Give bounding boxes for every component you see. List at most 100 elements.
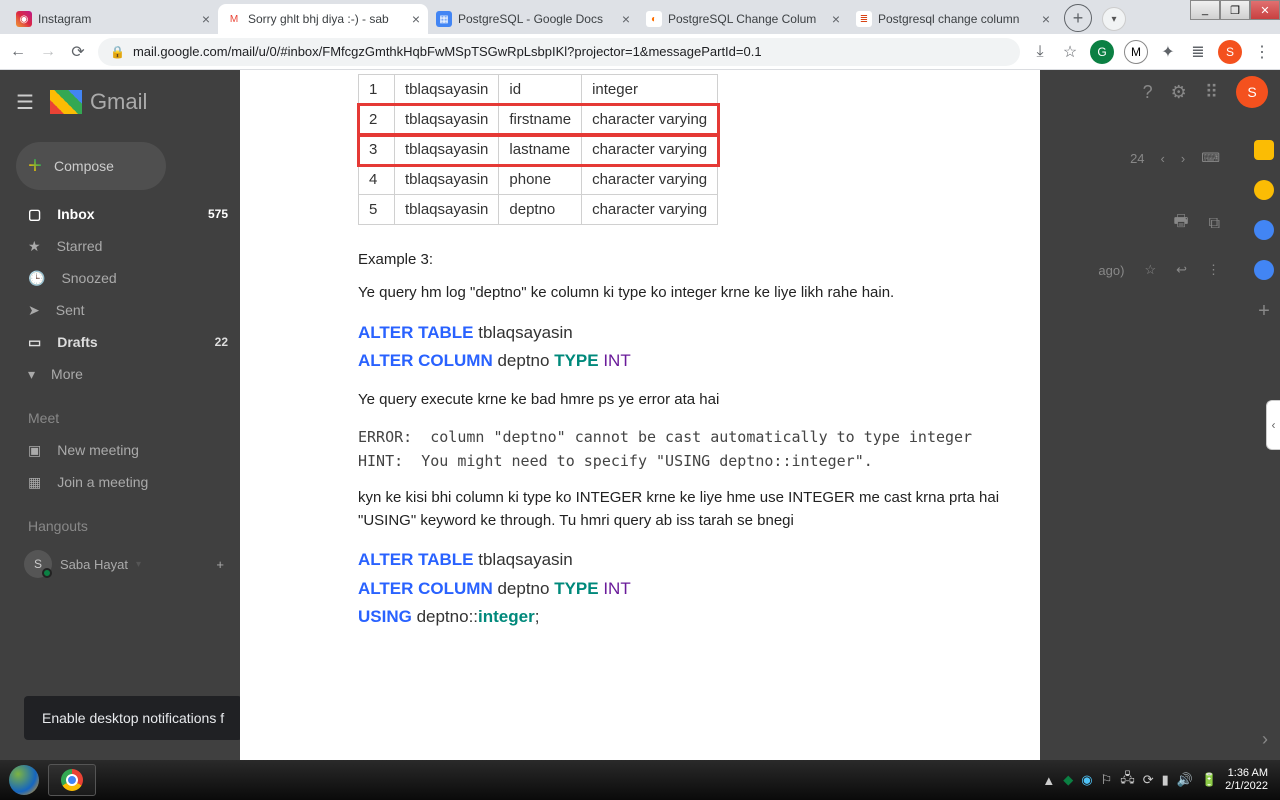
clock-date: 2/1/2022: [1225, 780, 1268, 793]
gmail-header-actions: ? ⚙ ⠿ S: [1143, 76, 1268, 108]
chevron-down-icon: ▾: [136, 559, 141, 570]
nav-count: 22: [215, 335, 228, 349]
meet-header: Meet: [8, 390, 240, 434]
tray-battery-icon[interactable]: 🔋: [1201, 772, 1217, 788]
cell-type: integer: [582, 75, 718, 105]
tab-close-icon[interactable]: ×: [202, 11, 210, 27]
print-icon[interactable]: 🖶: [1173, 210, 1188, 237]
meet-join[interactable]: ▦Join a meeting: [8, 466, 240, 498]
input-tool-icon[interactable]: ⌨: [1201, 150, 1220, 166]
cell-table: tblaqsayasin: [395, 135, 499, 165]
paragraph-2: Ye query execute krne ke bad hmre ps ye …: [358, 389, 1016, 412]
profile-avatar[interactable]: S: [1218, 40, 1242, 64]
keyboard-icon: ▦: [28, 474, 41, 491]
browser-tab[interactable]: ▦PostgreSQL - Google Docs×: [428, 4, 638, 34]
hamburger-icon[interactable]: ☰: [16, 90, 34, 115]
tab-close-icon[interactable]: ×: [832, 11, 840, 27]
tab-close-icon[interactable]: ×: [412, 11, 420, 27]
open-new-icon[interactable]: ⧉: [1209, 215, 1220, 233]
cell-type: character varying: [582, 135, 718, 165]
sidebar-item-snoozed[interactable]: 🕒Snoozed: [8, 262, 240, 294]
apps-grid-icon[interactable]: ⠿: [1205, 82, 1218, 103]
hangouts-user-row[interactable]: S Saba Hayat ▾ +: [8, 542, 240, 586]
tasks-addon-icon[interactable]: [1254, 220, 1274, 240]
sidebar-item-drafts[interactable]: ▭Drafts22: [8, 326, 240, 358]
extension-grammarly-icon[interactable]: G: [1090, 40, 1114, 64]
next-page-icon[interactable]: ›: [1181, 151, 1185, 166]
new-tab-button[interactable]: +: [1064, 4, 1092, 32]
gmail-brand-text: Gmail: [90, 89, 147, 115]
more-icon[interactable]: ⋮: [1207, 262, 1220, 278]
support-icon[interactable]: ?: [1143, 82, 1153, 103]
settings-gear-icon[interactable]: ⚙: [1171, 82, 1187, 103]
hangouts-add[interactable]: +: [216, 557, 224, 572]
reading-list-icon[interactable]: ≣: [1188, 42, 1208, 62]
bookmark-star-icon[interactable]: ☆: [1060, 42, 1080, 62]
tray-network-icon[interactable]: 🖧: [1120, 769, 1135, 791]
nav-label: Sent: [56, 302, 85, 318]
tray-shield-icon[interactable]: ◆: [1063, 772, 1073, 788]
account-avatar[interactable]: S: [1236, 76, 1268, 108]
cell-column: deptno: [499, 195, 582, 225]
calendar-addon-icon[interactable]: [1254, 140, 1274, 160]
time-ago: ago): [1098, 263, 1124, 278]
extension-icon[interactable]: M: [1124, 40, 1148, 64]
nav-label: Starred: [57, 238, 103, 254]
reply-icon[interactable]: ↩: [1176, 262, 1187, 278]
tab-favicon: M: [226, 11, 242, 27]
sidebar-item-inbox[interactable]: ▢Inbox575: [8, 198, 240, 230]
table-row: 1tblaqsayasinidinteger: [359, 75, 718, 105]
sidebar-item-starred[interactable]: ★Starred: [8, 230, 240, 262]
browser-tab[interactable]: ◉Instagram×: [8, 4, 218, 34]
tray-wifi-icon[interactable]: ▮: [1162, 772, 1169, 788]
taskbar-clock[interactable]: 1:36 AM 2/1/2022: [1225, 767, 1268, 793]
gmail-logo[interactable]: Gmail: [50, 89, 147, 115]
side-panel-next-icon[interactable]: ›: [1262, 729, 1268, 750]
taskbar-chrome[interactable]: [48, 764, 96, 796]
keep-addon-icon[interactable]: [1254, 180, 1274, 200]
kebab-menu-icon[interactable]: ⋮: [1252, 42, 1272, 62]
window-minimize[interactable]: _: [1190, 0, 1220, 20]
star-icon[interactable]: ☆: [1144, 262, 1156, 278]
meet-new[interactable]: ▣New meeting: [8, 434, 240, 466]
install-icon[interactable]: ⤓: [1030, 43, 1050, 61]
sidebar-item-more[interactable]: ▾More: [8, 358, 240, 390]
tray-volume-icon[interactable]: 🔊: [1177, 772, 1193, 788]
addons-plus-icon[interactable]: +: [1258, 300, 1270, 323]
back-button[interactable]: ←: [8, 43, 28, 61]
start-button[interactable]: [4, 764, 44, 796]
side-panel-collapse[interactable]: ‹: [1266, 400, 1280, 450]
extensions-icon[interactable]: ✦: [1158, 42, 1178, 62]
browser-tab[interactable]: ≣Postgresql change column×: [848, 4, 1058, 34]
nav-icon: ▾: [28, 366, 35, 383]
browser-tab[interactable]: M Sorry ghlt bhj diya :-) - sab ×: [218, 4, 428, 34]
tab-title: Sorry ghlt bhj diya :-) - sab: [248, 12, 406, 26]
reload-button[interactable]: ⟳: [68, 42, 88, 62]
sidebar-item-sent[interactable]: ➤Sent: [8, 294, 240, 326]
page-count: 24: [1130, 151, 1144, 166]
compose-button[interactable]: + Compose: [16, 142, 166, 190]
nav-label: Snoozed: [61, 270, 116, 286]
browser-tab[interactable]: ◐PostgreSQL Change Colum×: [638, 4, 848, 34]
forward-button[interactable]: →: [38, 43, 58, 61]
tray-app-icon[interactable]: ◉: [1081, 772, 1092, 788]
notification-toast[interactable]: Enable desktop notifications f: [24, 696, 242, 740]
example-heading: Example 3:: [358, 251, 1016, 268]
taskbar: ▲ ◆ ◉ ⚐ 🖧 ⟳ ▮ 🔊 🔋 1:36 AM 2/1/2022: [0, 760, 1280, 800]
window-maximize[interactable]: ❐: [1220, 0, 1250, 20]
lock-icon: 🔒: [110, 45, 125, 59]
windows-orb-icon: [9, 765, 39, 795]
system-tray: ▲ ◆ ◉ ⚐ 🖧 ⟳ ▮ 🔊 🔋 1:36 AM 2/1/2022: [1042, 767, 1276, 793]
tray-flag-icon[interactable]: ⚐: [1101, 772, 1113, 788]
attachment-viewer: 1tblaqsayasinidinteger2tblaqsayasinfirst…: [240, 70, 1040, 760]
tray-up-icon[interactable]: ▲: [1042, 773, 1055, 788]
tab-search-button[interactable]: ▾: [1102, 7, 1126, 31]
tab-title: PostgreSQL Change Colum: [668, 12, 826, 26]
window-close[interactable]: ✕: [1250, 0, 1280, 20]
url-field[interactable]: 🔒 mail.google.com/mail/u/0/#inbox/FMfcgz…: [98, 38, 1020, 66]
contacts-addon-icon[interactable]: [1254, 260, 1274, 280]
prev-page-icon[interactable]: ‹: [1161, 151, 1165, 166]
tray-update-icon[interactable]: ⟳: [1143, 772, 1154, 788]
tab-close-icon[interactable]: ×: [1042, 11, 1050, 27]
tab-close-icon[interactable]: ×: [622, 11, 630, 27]
